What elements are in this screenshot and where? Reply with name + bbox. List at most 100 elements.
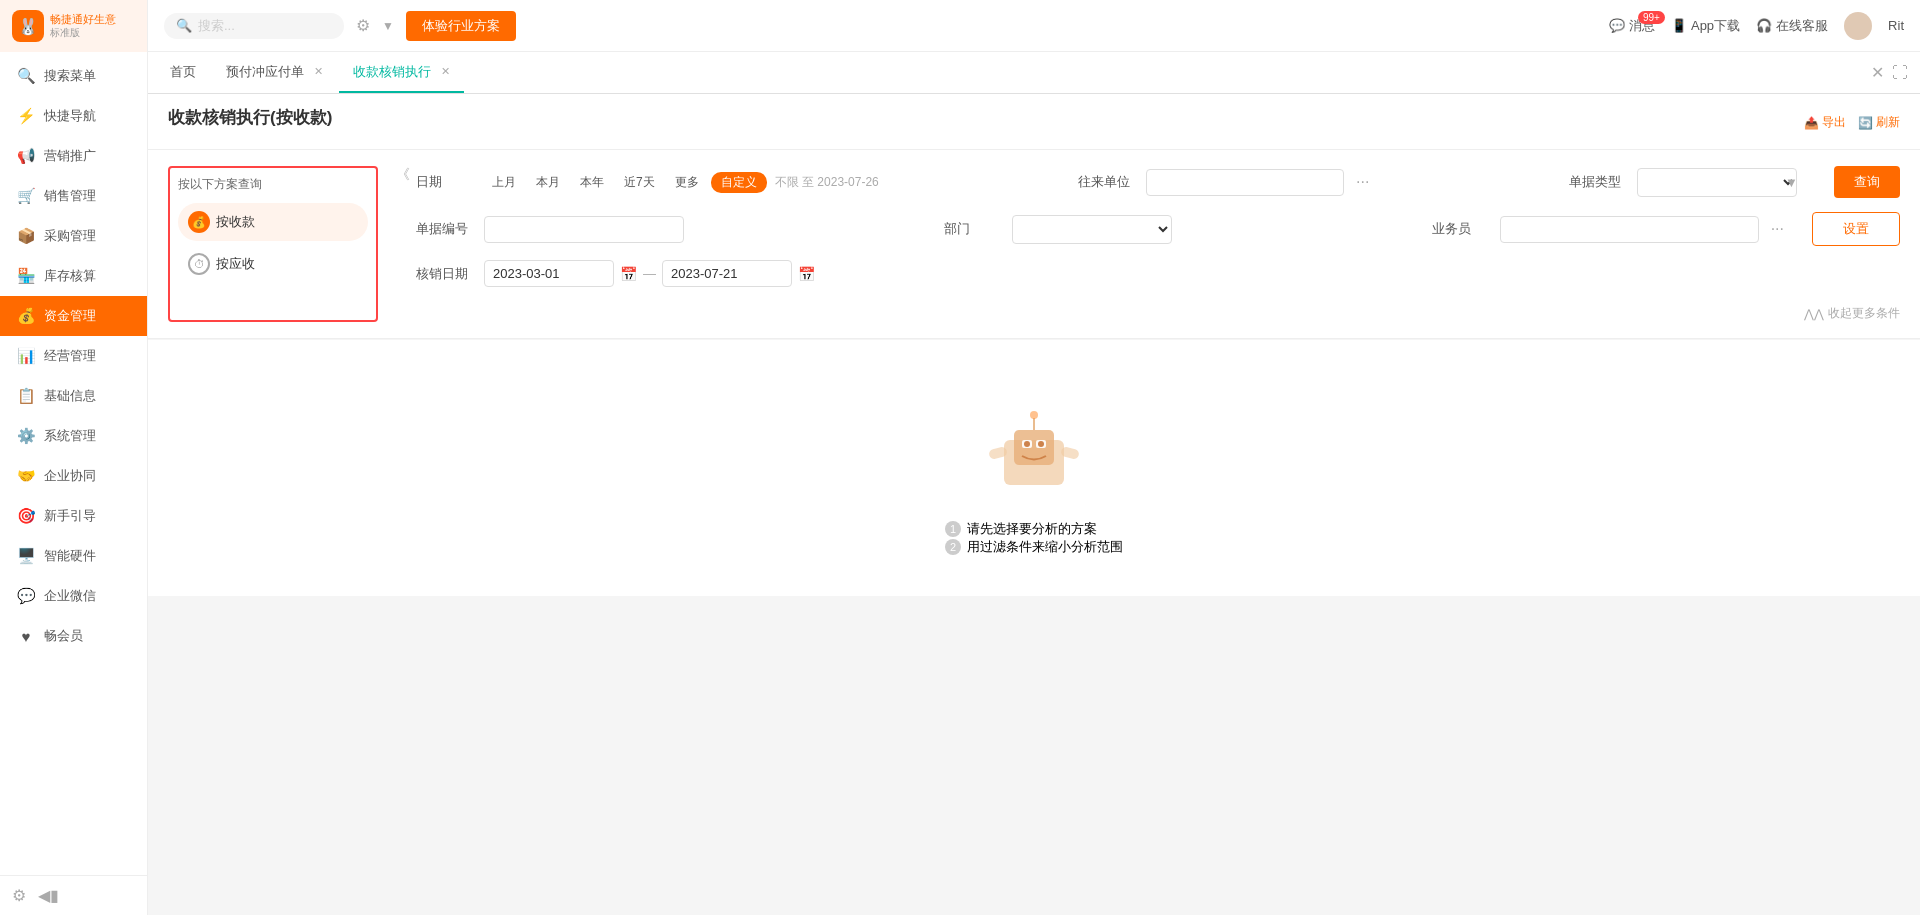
sidebar-item-label: 智能硬件 bbox=[44, 547, 96, 565]
sidebar-item-inventory[interactable]: 🏪库存核算 bbox=[0, 256, 147, 296]
date-btn-custom[interactable]: 自定义 bbox=[711, 172, 767, 193]
export-button[interactable]: 📤 导出 bbox=[1804, 114, 1846, 131]
hardware-icon: 🖥️ bbox=[16, 546, 36, 566]
sidebar-item-search[interactable]: 🔍搜索菜单 bbox=[0, 56, 147, 96]
doc-type-label: 单据类型 bbox=[1569, 173, 1625, 191]
sidebar-item-label: 畅会员 bbox=[44, 627, 83, 645]
sidebar-item-guide[interactable]: 🎯新手引导 bbox=[0, 496, 147, 536]
sidebar-item-label: 经营管理 bbox=[44, 347, 96, 365]
setting-button[interactable]: 设置 bbox=[1812, 212, 1900, 246]
writeoff-start-date[interactable] bbox=[484, 260, 614, 287]
sidebar-item-finance[interactable]: 💰资金管理 bbox=[0, 296, 147, 336]
tab-writeoff-close[interactable]: ✕ bbox=[441, 65, 450, 78]
date-btn-last-month[interactable]: 上月 bbox=[484, 172, 524, 193]
staff-input[interactable] bbox=[1500, 216, 1758, 243]
settings-icon[interactable]: ⚙ bbox=[12, 886, 26, 905]
message-icon: 💬 bbox=[1609, 18, 1625, 33]
partner-more-icon[interactable]: ··· bbox=[1356, 173, 1369, 191]
sidebar-item-system[interactable]: ⚙️系统管理 bbox=[0, 416, 147, 456]
writeoff-end-date[interactable] bbox=[662, 260, 792, 287]
end-cal-icon[interactable]: 📅 bbox=[798, 266, 815, 282]
sidebar-item-enterprise[interactable]: 🤝企业协同 bbox=[0, 456, 147, 496]
sidebar-item-label: 新手引导 bbox=[44, 507, 96, 525]
search-icon: 🔍 bbox=[176, 18, 192, 33]
user-avatar[interactable] bbox=[1844, 12, 1872, 40]
query-button[interactable]: 查询 bbox=[1834, 166, 1900, 198]
filter-option-receipt[interactable]: 💰 按收款 bbox=[178, 203, 368, 241]
tab-prepay-close[interactable]: ✕ bbox=[314, 65, 323, 78]
sidebar-item-label: 快捷导航 bbox=[44, 107, 96, 125]
sidebar-item-management[interactable]: 📊经营管理 bbox=[0, 336, 147, 376]
filter-scheme-panel: 按以下方案查询 💰 按收款 ⏱ 按应收 bbox=[168, 166, 378, 322]
logo-icon: 🐰 bbox=[12, 10, 44, 42]
online-service-button[interactable]: 🎧 在线客服 bbox=[1756, 17, 1828, 35]
tab-prepay[interactable]: 预付冲应付单 ✕ bbox=[212, 52, 337, 93]
filter-receipt-label: 按收款 bbox=[216, 213, 255, 231]
filter-actions: 查询 bbox=[1826, 166, 1900, 198]
start-cal-icon[interactable]: 📅 bbox=[620, 266, 637, 282]
member-icon: ♥ bbox=[16, 626, 36, 646]
sidebar-item-label: 资金管理 bbox=[44, 307, 96, 325]
doc-no-input[interactable] bbox=[484, 216, 684, 243]
partner-label: 往来单位 bbox=[1078, 173, 1134, 191]
refresh-button[interactable]: 🔄 刷新 bbox=[1858, 114, 1900, 131]
chevron-down-icon[interactable]: ▼ bbox=[382, 19, 394, 33]
svg-point-4 bbox=[1024, 441, 1030, 447]
wechat-icon: 💬 bbox=[16, 586, 36, 606]
filter-option-receivable[interactable]: ⏱ 按应收 bbox=[178, 245, 368, 283]
sidebar-item-member[interactable]: ♥ 畅会员 bbox=[0, 616, 147, 656]
export-icon: 📤 bbox=[1804, 116, 1819, 130]
date-btn-this-month[interactable]: 本月 bbox=[528, 172, 568, 193]
sidebar-item-basic[interactable]: 📋基础信息 bbox=[0, 376, 147, 416]
message-button[interactable]: 💬 消息 99+ bbox=[1609, 17, 1655, 35]
filter-row-1: 日期 上月 本月 本年 近7天 更多 自定义 不限 至 2023-07-26 往… bbox=[416, 166, 1900, 198]
collapse-icon[interactable]: ◀▮ bbox=[38, 886, 59, 905]
refresh-icon: 🔄 bbox=[1858, 116, 1873, 130]
sidebar-item-quicknav[interactable]: ⚡快捷导航 bbox=[0, 96, 147, 136]
maximize-icon[interactable]: ⛶ bbox=[1892, 64, 1908, 82]
search-placeholder: 搜索... bbox=[198, 17, 235, 35]
tab-home[interactable]: 首页 bbox=[156, 52, 210, 93]
gear-icon[interactable]: ⚙ bbox=[356, 16, 370, 35]
sidebar-item-label: 系统管理 bbox=[44, 427, 96, 445]
sidebar-item-hardware[interactable]: 🖥️ 智能硬件 bbox=[0, 536, 147, 576]
date-quick-btns: 上月 本月 本年 近7天 更多 自定义 不限 至 2023-07-26 bbox=[484, 172, 879, 193]
dept-select[interactable] bbox=[1012, 215, 1172, 244]
tab-writeoff[interactable]: 收款核销执行 ✕ bbox=[339, 52, 464, 93]
date-btn-7days[interactable]: 近7天 bbox=[616, 172, 663, 193]
topbar: 🔍 搜索... ⚙ ▼ 体验行业方案 💬 消息 99+ 📱 App下载 🎧 在线… bbox=[148, 0, 1920, 52]
filter-row-2: 单据编号 部门 业务员 ··· 设置 bbox=[416, 212, 1900, 246]
date-btn-this-year[interactable]: 本年 bbox=[572, 172, 612, 193]
tip-text-2: 用过滤条件来缩小分析范围 bbox=[967, 538, 1123, 556]
filter-receivable-label: 按应收 bbox=[216, 255, 255, 273]
username-label: Rit bbox=[1888, 18, 1904, 33]
empty-state: 1 请先选择要分析的方案 2 用过滤条件来缩小分析范围 bbox=[148, 340, 1920, 596]
collapse-more-button[interactable]: ⋀⋀ 收起更多条件 bbox=[416, 301, 1900, 322]
partner-input[interactable] bbox=[1146, 169, 1344, 196]
main-area: 🔍 搜索... ⚙ ▼ 体验行业方案 💬 消息 99+ 📱 App下载 🎧 在线… bbox=[148, 0, 1920, 915]
collapse-panel-button[interactable]: 《 bbox=[396, 166, 410, 322]
tip-num-1: 1 bbox=[945, 521, 961, 537]
sidebar-item-sales[interactable]: 🛒销售管理 bbox=[0, 176, 147, 216]
topbar-right: 💬 消息 99+ 📱 App下载 🎧 在线客服 Rit bbox=[1609, 12, 1904, 40]
sidebar-item-marketing[interactable]: 📢营销推广 bbox=[0, 136, 147, 176]
search-icon: 🔍 bbox=[16, 66, 36, 86]
sales-icon: 🛒 bbox=[16, 186, 36, 206]
app-download-button[interactable]: 📱 App下载 bbox=[1671, 17, 1740, 35]
receipt-icon: 💰 bbox=[188, 211, 210, 233]
dept-label: 部门 bbox=[944, 220, 1000, 238]
search-input[interactable]: 🔍 搜索... bbox=[164, 13, 344, 39]
sidebar-bottom: ⚙ ◀▮ bbox=[0, 875, 147, 915]
close-window-icon[interactable]: ✕ bbox=[1871, 63, 1884, 82]
tab-writeoff-label: 收款核销执行 bbox=[353, 63, 431, 81]
solution-button[interactable]: 体验行业方案 bbox=[406, 11, 516, 41]
range-dash: — bbox=[643, 266, 656, 281]
sidebar-item-purchase[interactable]: 📦采购管理 bbox=[0, 216, 147, 256]
sidebar-item-label: 库存核算 bbox=[44, 267, 96, 285]
doc-type-select[interactable] bbox=[1637, 168, 1797, 197]
date-btn-more[interactable]: 更多 bbox=[667, 172, 707, 193]
sidebar-item-wechat[interactable]: 💬企业微信 bbox=[0, 576, 147, 616]
staff-more-icon[interactable]: ··· bbox=[1771, 220, 1784, 238]
empty-tips: 1 请先选择要分析的方案 2 用过滤条件来缩小分析范围 bbox=[945, 520, 1123, 556]
filter-area: 按以下方案查询 💰 按收款 ⏱ 按应收 《 日期 上月 bbox=[148, 150, 1920, 339]
